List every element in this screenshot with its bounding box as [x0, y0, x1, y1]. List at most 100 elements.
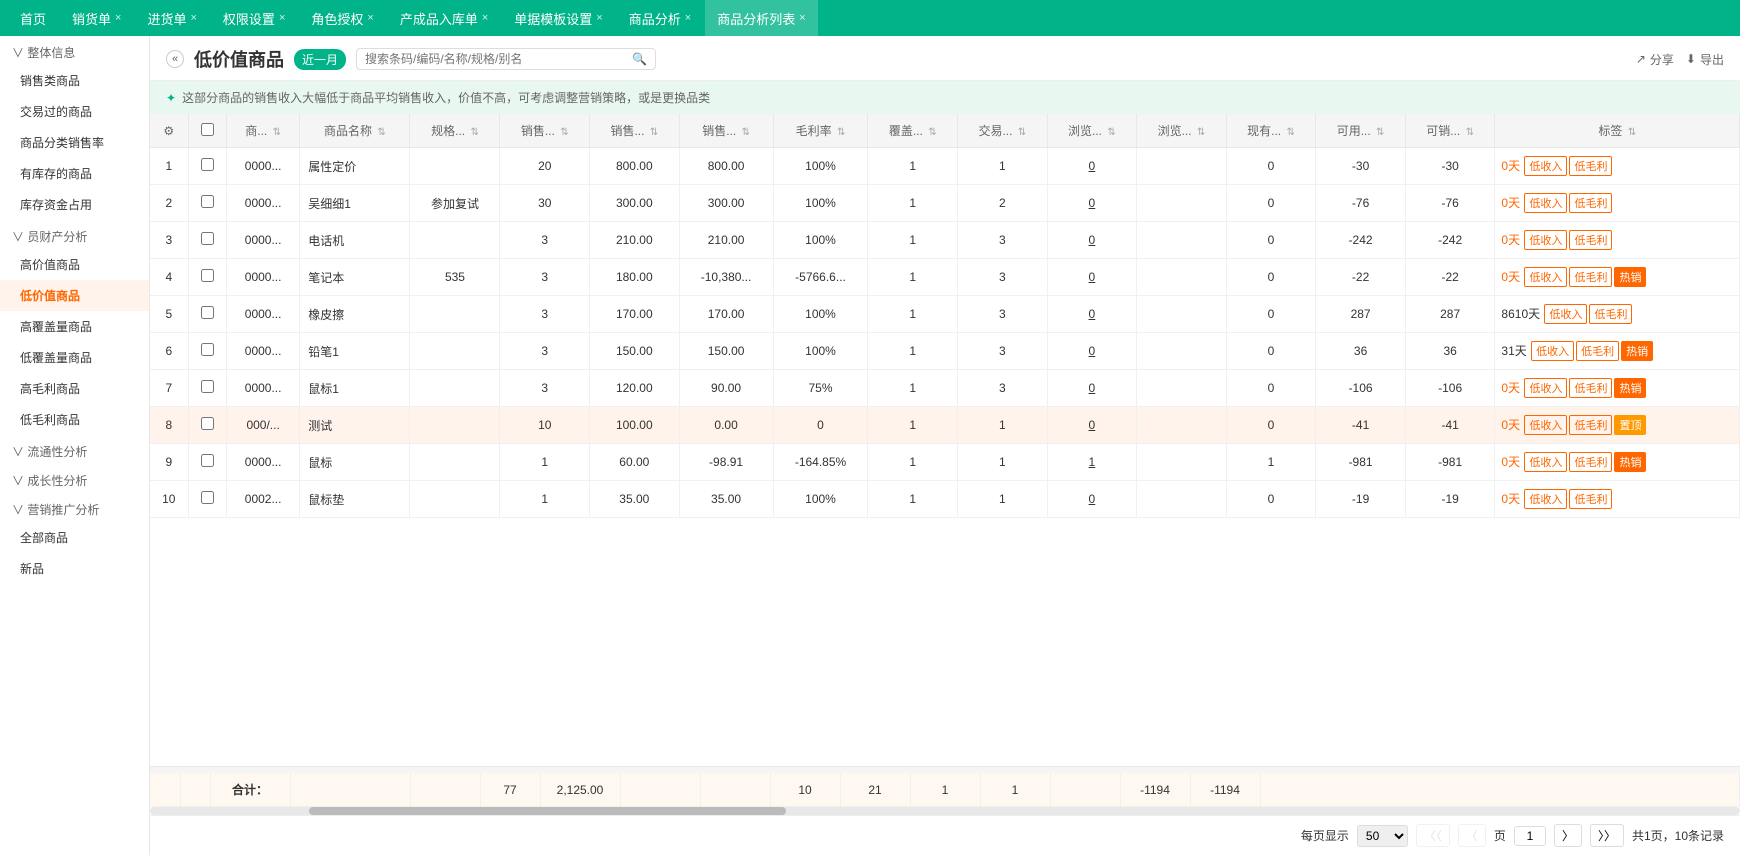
col-spec[interactable]: 规格... ⇅	[410, 114, 500, 148]
sidebar-item-traded-goods[interactable]: 交易过的商品	[0, 96, 149, 127]
nav-close-list[interactable]: ×	[799, 12, 805, 24]
col-coverage[interactable]: 覆盖... ⇅	[868, 114, 958, 148]
cell-checkbox[interactable]	[188, 259, 226, 296]
nav-analysis-list[interactable]: 商品分析列表 ×	[705, 0, 817, 36]
col-gross-rate[interactable]: 毛利率 ⇅	[773, 114, 868, 148]
nav-close-stock[interactable]: ×	[482, 12, 488, 24]
cell-checkbox[interactable]	[188, 296, 226, 333]
cell-browse1[interactable]: 0	[1047, 333, 1137, 370]
cell-browse1[interactable]: 0	[1047, 148, 1137, 185]
cell-browse1[interactable]: 0	[1047, 481, 1137, 518]
cell-code: 0000...	[226, 259, 299, 296]
search-icon[interactable]: 🔍	[632, 52, 647, 66]
row-checkbox[interactable]	[201, 195, 214, 208]
collapse-sidebar-button[interactable]: «	[166, 50, 184, 68]
col-browse2[interactable]: 浏览... ⇅	[1137, 114, 1227, 148]
row-checkbox[interactable]	[201, 491, 214, 504]
nav-template[interactable]: 单据模板设置 ×	[502, 0, 614, 36]
nav-close-purchase[interactable]: ×	[190, 12, 196, 24]
nav-stock-in[interactable]: 产成品入库单 ×	[388, 0, 500, 36]
col-sellable[interactable]: 可销... ⇅	[1405, 114, 1495, 148]
first-page-button[interactable]: 〈〈	[1416, 824, 1450, 847]
sidebar-item-sales-goods[interactable]: 销售类商品	[0, 65, 149, 96]
col-tags[interactable]: 标签 ⇅	[1495, 114, 1740, 148]
sidebar-item-category-rate[interactable]: 商品分类销售率	[0, 127, 149, 158]
col-checkbox[interactable]	[188, 114, 226, 148]
cell-browse1[interactable]: 0	[1047, 296, 1137, 333]
row-checkbox[interactable]	[201, 454, 214, 467]
next-page-button[interactable]: 〉	[1554, 824, 1582, 847]
cell-trade: 3	[958, 222, 1048, 259]
cell-checkbox[interactable]	[188, 333, 226, 370]
cell-browse1[interactable]: 0	[1047, 259, 1137, 296]
sidebar-item-low-profit[interactable]: 低毛利商品	[0, 404, 149, 435]
cell-checkbox[interactable]	[188, 148, 226, 185]
cell-checkbox[interactable]	[188, 481, 226, 518]
col-sales-qty[interactable]: 销售... ⇅	[500, 114, 590, 148]
share-button[interactable]: ↗ 分享	[1636, 51, 1674, 68]
nav-close-permissions[interactable]: ×	[279, 12, 285, 24]
col-trade[interactable]: 交易... ⇅	[958, 114, 1048, 148]
cell-browse1[interactable]: 1	[1047, 444, 1137, 481]
nav-sales-order[interactable]: 销货单 ×	[60, 0, 133, 36]
sidebar-section-growth[interactable]: ∨ 成长性分析	[0, 464, 149, 493]
sidebar-item-low-value[interactable]: 低价值商品	[0, 280, 149, 311]
sidebar-item-high-profit[interactable]: 高毛利商品	[0, 373, 149, 404]
col-browse1[interactable]: 浏览... ⇅	[1047, 114, 1137, 148]
cell-current: 0	[1226, 481, 1316, 518]
cell-checkbox[interactable]	[188, 185, 226, 222]
export-icon: ⬇	[1686, 52, 1696, 66]
cell-checkbox[interactable]	[188, 444, 226, 481]
cell-checkbox[interactable]	[188, 407, 226, 444]
prev-page-button[interactable]: 〈	[1458, 824, 1486, 847]
col-available[interactable]: 可用... ⇅	[1316, 114, 1406, 148]
page-number-input[interactable]	[1514, 826, 1546, 846]
col-code[interactable]: 商... ⇅	[226, 114, 299, 148]
nav-close-role[interactable]: ×	[367, 12, 373, 24]
row-checkbox[interactable]	[201, 380, 214, 393]
sidebar-item-high-value[interactable]: 高价值商品	[0, 249, 149, 280]
sidebar-item-low-coverage[interactable]: 低覆盖量商品	[0, 342, 149, 373]
export-button[interactable]: ⬇ 导出	[1686, 51, 1724, 68]
col-name[interactable]: 商品名称 ⇅	[300, 114, 410, 148]
row-checkbox[interactable]	[201, 269, 214, 282]
row-checkbox[interactable]	[201, 158, 214, 171]
last-page-button[interactable]: 〉〉	[1590, 824, 1624, 847]
col-settings[interactable]: ⚙	[150, 114, 188, 148]
sidebar-section-finance[interactable]: ∨ 员财产分析	[0, 220, 149, 249]
nav-close-analysis[interactable]: ×	[685, 12, 691, 24]
sidebar-item-all-goods[interactable]: 全部商品	[0, 522, 149, 553]
col-current[interactable]: 现有... ⇅	[1226, 114, 1316, 148]
select-all-checkbox[interactable]	[201, 123, 214, 136]
nav-product-analysis[interactable]: 商品分析 ×	[617, 0, 703, 36]
search-input[interactable]	[365, 52, 626, 66]
cell-browse1[interactable]: 0	[1047, 185, 1137, 222]
sidebar-item-high-coverage[interactable]: 高覆盖量商品	[0, 311, 149, 342]
col-sales-price[interactable]: 销售... ⇅	[679, 114, 773, 148]
per-page-select[interactable]: 50 100 200	[1357, 825, 1408, 847]
nav-purchase[interactable]: 进货单 ×	[135, 0, 208, 36]
row-checkbox[interactable]	[201, 232, 214, 245]
sidebar-item-new-goods[interactable]: 新品	[0, 553, 149, 584]
sidebar-section-overall[interactable]: ∨ 整体信息	[0, 36, 149, 65]
sidebar-section-circulation[interactable]: ∨ 流通性分析	[0, 435, 149, 464]
nav-close-sales[interactable]: ×	[115, 12, 121, 24]
cell-checkbox[interactable]	[188, 370, 226, 407]
col-sales-amount[interactable]: 销售... ⇅	[590, 114, 680, 148]
cell-checkbox[interactable]	[188, 222, 226, 259]
filter-tag[interactable]: 近一月	[294, 49, 346, 70]
cell-browse1[interactable]: 0	[1047, 407, 1137, 444]
nav-close-template[interactable]: ×	[596, 12, 602, 24]
sidebar-section-marketing[interactable]: ∨ 营销推广分析	[0, 493, 149, 522]
row-checkbox[interactable]	[201, 417, 214, 430]
nav-home[interactable]: 首页	[8, 0, 58, 36]
nav-permissions[interactable]: 权限设置 ×	[211, 0, 297, 36]
row-checkbox[interactable]	[201, 306, 214, 319]
nav-role-auth[interactable]: 角色授权 ×	[299, 0, 385, 36]
cell-gross-rate: 75%	[773, 370, 868, 407]
sidebar-item-inventory-capital[interactable]: 库存资金占用	[0, 189, 149, 220]
cell-browse1[interactable]: 0	[1047, 222, 1137, 259]
sidebar-item-stock-goods[interactable]: 有库存的商品	[0, 158, 149, 189]
cell-browse1[interactable]: 0	[1047, 370, 1137, 407]
row-checkbox[interactable]	[201, 343, 214, 356]
